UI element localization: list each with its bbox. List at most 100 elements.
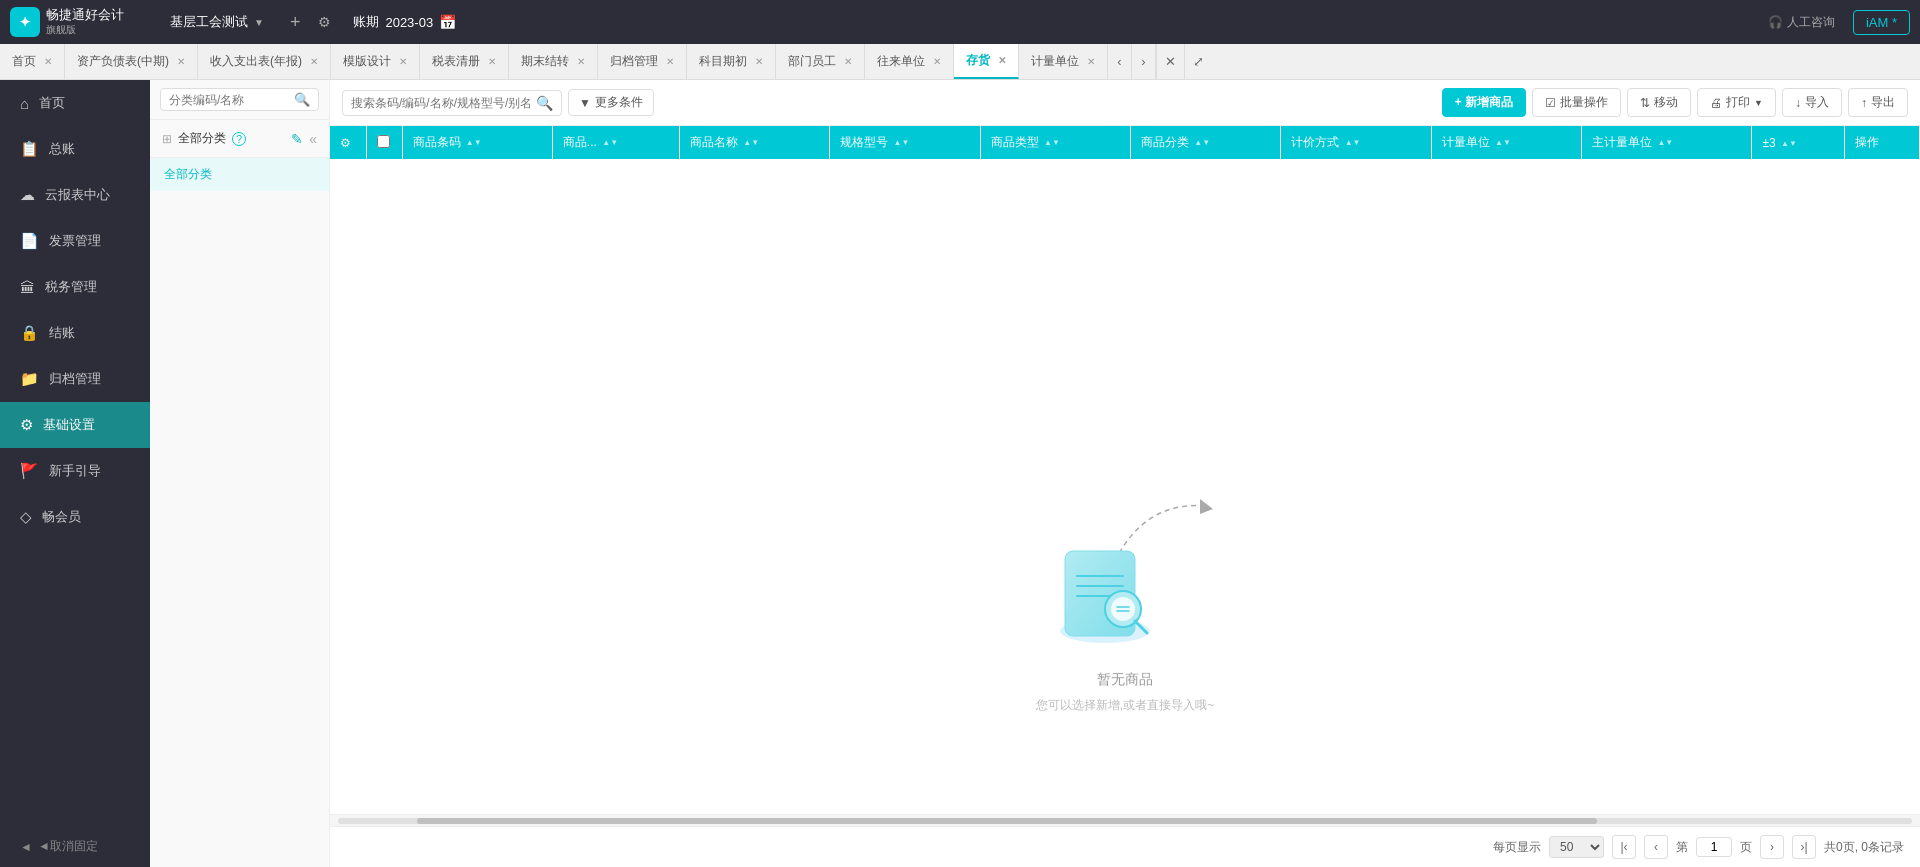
calendar-icon[interactable]: 📅 <box>439 14 456 30</box>
sort-name[interactable]: ▲▼ <box>743 138 759 147</box>
sort-spec[interactable]: ▲▼ <box>894 138 910 147</box>
tab-income[interactable]: 收入支出表(年报) ✕ <box>198 44 331 79</box>
sidebar-item-ledger[interactable]: 📋 总账 <box>0 126 150 172</box>
tab-period-close[interactable]: 期末结转 ✕ <box>509 44 598 79</box>
sort-code[interactable]: ▲▼ <box>602 138 618 147</box>
category-search-icon[interactable]: 🔍 <box>294 92 310 107</box>
data-table: ⚙ 商品条码 ▲▼ 商品... ▲▼ <box>330 126 1920 410</box>
sidebar-item-invoice[interactable]: 📄 发票管理 <box>0 218 150 264</box>
tab-close-all-button[interactable]: ✕ <box>1156 44 1184 79</box>
select-all-checkbox[interactable] <box>377 135 390 148</box>
tab-prev-button[interactable]: ‹ <box>1108 44 1132 79</box>
tab-inventory[interactable]: 存货 ✕ <box>954 44 1019 79</box>
tab-department[interactable]: 部门员工 ✕ <box>776 44 865 79</box>
tab-income-close[interactable]: ✕ <box>310 56 318 67</box>
move-button[interactable]: ⇅ 移动 <box>1627 88 1691 117</box>
sidebar-collapse-button[interactable]: ◄ ◄取消固定 <box>0 826 150 867</box>
tab-inventory-label: 存货 <box>966 52 990 69</box>
page-size-select[interactable]: 50 10 20 100 <box>1549 836 1604 858</box>
page-number-input[interactable] <box>1696 837 1732 857</box>
col-extra-label: ±3 <box>1762 136 1775 150</box>
iam-button[interactable]: iAM * <box>1853 10 1910 35</box>
col-main-unit: 主计量单位 ▲▼ <box>1582 126 1752 159</box>
sidebar-label-home: 首页 <box>39 94 65 112</box>
tab-template[interactable]: 模版设计 ✕ <box>331 44 420 79</box>
tab-tax[interactable]: 税表清册 ✕ <box>420 44 509 79</box>
settings-icon[interactable]: ⚙ <box>312 10 337 34</box>
col-check[interactable] <box>366 126 402 159</box>
sidebar-item-close[interactable]: 🔒 结账 <box>0 310 150 356</box>
tab-balance-close[interactable]: ✕ <box>177 56 185 67</box>
sidebar-item-home[interactable]: ⌂ 首页 <box>0 80 150 126</box>
more-filter-button[interactable]: ▼ 更多条件 <box>568 89 654 116</box>
col-config[interactable]: ⚙ <box>330 126 366 159</box>
print-dropdown-icon: ▼ <box>1754 98 1763 108</box>
sort-unit[interactable]: ▲▼ <box>1495 138 1511 147</box>
sidebar-item-archive[interactable]: 📁 归档管理 <box>0 356 150 402</box>
help-button[interactable]: 🎧 人工咨询 <box>1760 10 1843 35</box>
category-search-input[interactable] <box>169 93 290 107</box>
top-header: ✦ 畅捷通好会计 旗舰版 基层工会测试 ▼ + ⚙ 账期 2023-03 📅 🎧… <box>0 0 1920 44</box>
tab-expand-button[interactable]: ⤢ <box>1184 44 1212 79</box>
tab-home-label: 首页 <box>12 53 36 70</box>
sort-price-method[interactable]: ▲▼ <box>1345 138 1361 147</box>
category-collapse-icon[interactable]: « <box>309 131 317 147</box>
company-selector[interactable]: 基层工会测试 ▼ <box>160 9 274 35</box>
tab-period-close-close[interactable]: ✕ <box>577 56 585 67</box>
sort-type[interactable]: ▲▼ <box>1044 138 1060 147</box>
page-prev-button[interactable]: ‹ <box>1644 835 1668 859</box>
col-name: 商品名称 ▲▼ <box>679 126 829 159</box>
sidebar-item-settings[interactable]: ⚙ 基础设置 <box>0 402 150 448</box>
tab-department-close[interactable]: ✕ <box>844 56 852 67</box>
app-version: 旗舰版 <box>46 23 124 37</box>
tab-subject-close[interactable]: ✕ <box>755 56 763 67</box>
sidebar-item-guide[interactable]: 🚩 新手引导 <box>0 448 150 494</box>
sort-category[interactable]: ▲▼ <box>1194 138 1210 147</box>
batch-ops-button[interactable]: ☑ 批量操作 <box>1532 88 1621 117</box>
category-edit-icon[interactable]: ✎ <box>291 131 303 147</box>
sort-main-unit[interactable]: ▲▼ <box>1657 138 1673 147</box>
sidebar-item-report[interactable]: ☁ 云报表中心 <box>0 172 150 218</box>
tab-customer[interactable]: 往来单位 ✕ <box>865 44 954 79</box>
add-tab-button[interactable]: + <box>284 8 307 37</box>
scrollbar-thumb[interactable] <box>417 818 1598 824</box>
header-actions: 🎧 人工咨询 iAM * <box>1760 10 1910 35</box>
empty-sub-text: 您可以选择新增,或者直接导入哦~ <box>1036 697 1214 714</box>
tab-department-label: 部门员工 <box>788 53 836 70</box>
sort-extra[interactable]: ▲▼ <box>1781 139 1797 148</box>
tab-archive[interactable]: 归档管理 ✕ <box>598 44 687 79</box>
sidebar-item-tax[interactable]: 🏛 税务管理 <box>0 264 150 310</box>
export-label: 导出 <box>1871 94 1895 111</box>
print-button[interactable]: 🖨 打印 ▼ <box>1697 88 1776 117</box>
sidebar: ⌂ 首页 📋 总账 ☁ 云报表中心 📄 发票管理 🏛 税务管理 🔒 结账 📁 归… <box>0 80 150 867</box>
add-product-button[interactable]: + 新增商品 <box>1442 88 1526 117</box>
tab-home-close[interactable]: ✕ <box>44 56 52 67</box>
tab-inventory-close[interactable]: ✕ <box>998 55 1006 66</box>
category-panel: 🔍 ⊞ 全部分类 ? ✎ « 全部分类 <box>150 80 330 867</box>
tab-next-button[interactable]: › <box>1132 44 1156 79</box>
page-next-button[interactable]: › <box>1760 835 1784 859</box>
tab-unit-close[interactable]: ✕ <box>1087 56 1095 67</box>
tab-archive-label: 归档管理 <box>610 53 658 70</box>
page-first-button[interactable]: |‹ <box>1612 835 1636 859</box>
tab-balance[interactable]: 资产负债表(中期) ✕ <box>65 44 198 79</box>
tab-home[interactable]: 首页 ✕ <box>0 44 65 79</box>
batch-ops-label: 批量操作 <box>1560 94 1608 111</box>
tab-unit[interactable]: 计量单位 ✕ <box>1019 44 1108 79</box>
tab-archive-close[interactable]: ✕ <box>666 56 674 67</box>
tab-balance-label: 资产负债表(中期) <box>77 53 169 70</box>
sort-barcode[interactable]: ▲▼ <box>466 138 482 147</box>
tab-tax-close[interactable]: ✕ <box>488 56 496 67</box>
tab-template-close[interactable]: ✕ <box>399 56 407 67</box>
tab-customer-close[interactable]: ✕ <box>933 56 941 67</box>
product-search-input[interactable] <box>351 96 532 110</box>
import-button[interactable]: ↓ 导入 <box>1782 88 1842 117</box>
empty-state: 暂无商品 您可以选择新增,或者直接导入哦~ <box>330 410 1920 814</box>
sidebar-item-member[interactable]: ◇ 畅会员 <box>0 494 150 540</box>
category-item-all[interactable]: 全部分类 <box>150 158 329 191</box>
product-search-icon[interactable]: 🔍 <box>536 95 553 111</box>
tab-subject[interactable]: 科目期初 ✕ <box>687 44 776 79</box>
page-last-button[interactable]: ›| <box>1792 835 1816 859</box>
export-button[interactable]: ↑ 导出 <box>1848 88 1908 117</box>
col-ops: 操作 <box>1844 126 1919 159</box>
